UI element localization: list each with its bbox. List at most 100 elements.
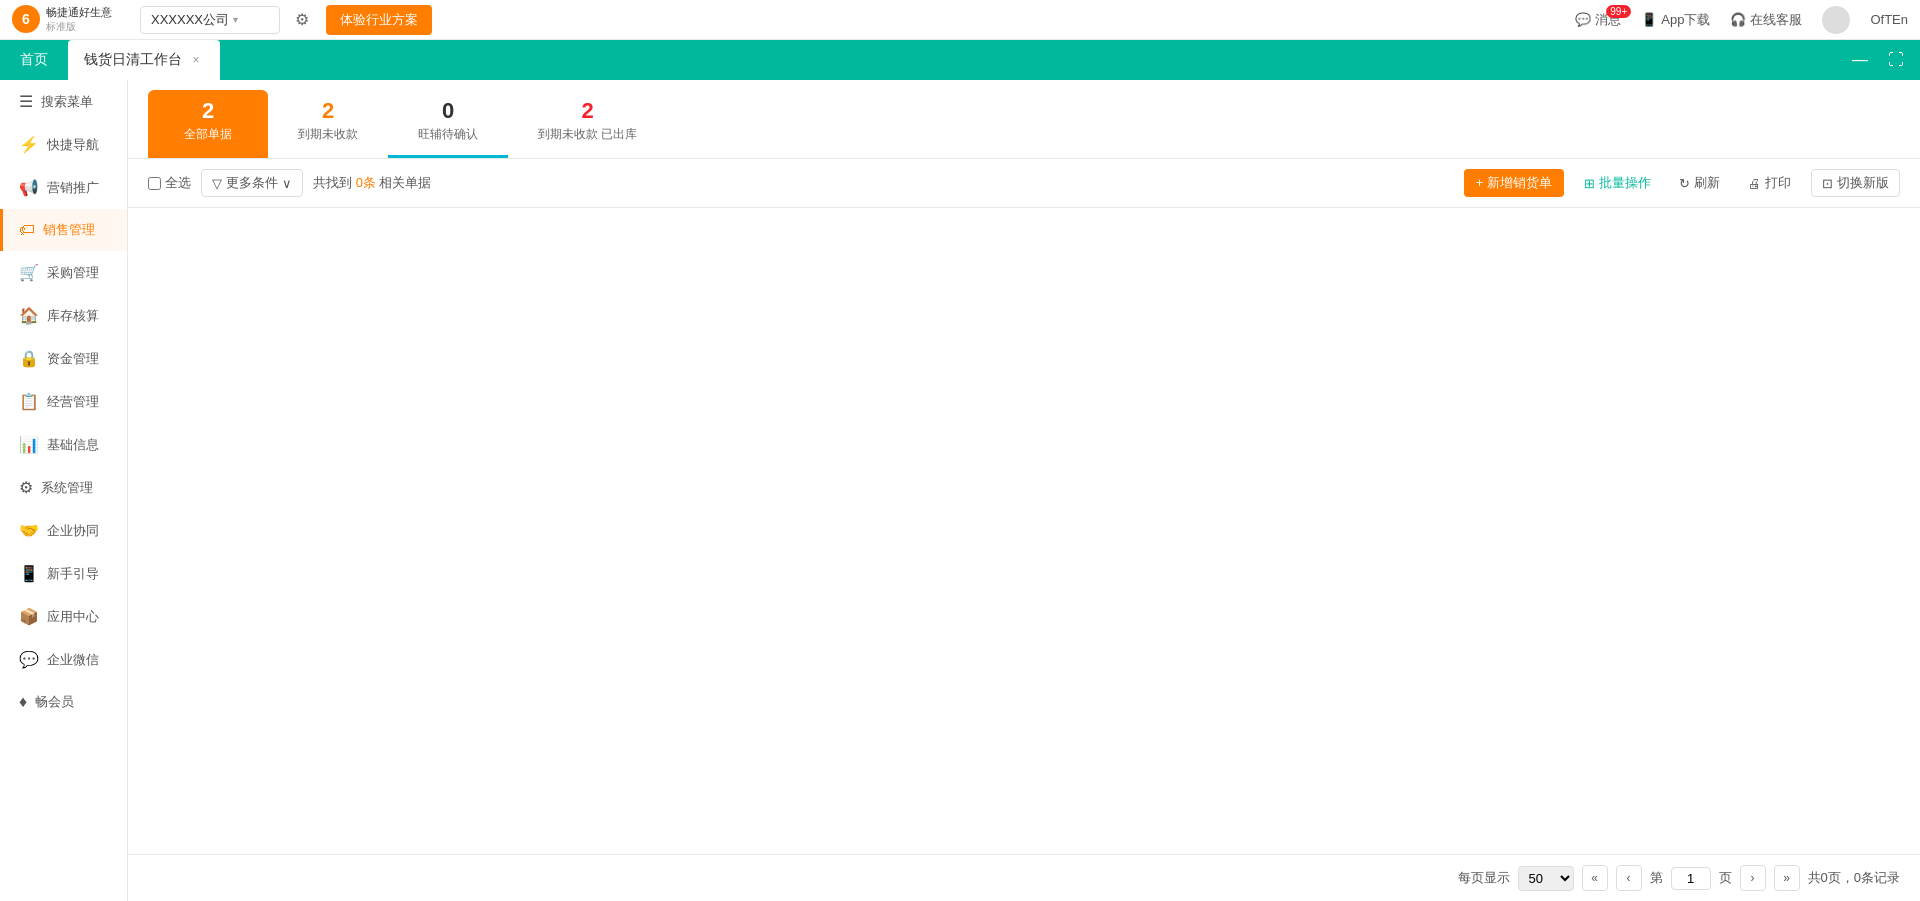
page-input[interactable] <box>1671 867 1711 890</box>
sidebar: ☰ 搜索菜单 ⚡ 快捷导航 📢 营销推广 🏷 销售管理 🛒 采购管理 🏠 库存核… <box>0 80 128 901</box>
tab-minimize-icon[interactable]: — <box>1846 46 1874 74</box>
stat-tab-all[interactable]: 2 全部单据 <box>148 90 268 158</box>
filter-arrow: ∨ <box>282 176 292 191</box>
app-download-item[interactable]: 📱 App下载 <box>1641 11 1710 29</box>
print-label: 打印 <box>1765 174 1791 192</box>
sidebar-item-label-wechat: 企业微信 <box>47 651 99 669</box>
prev-page-btn[interactable]: ‹ <box>1616 865 1642 891</box>
select-all-checkbox[interactable]: 全选 <box>148 174 191 192</box>
toolbar: 全选 ▽ 更多条件 ∨ 共找到 0条 相关单据 + 新增销货单 ⊞ 批量操作 ↻ <box>128 159 1920 208</box>
online-service-icon: 🎧 <box>1730 12 1746 27</box>
main-layout: ☰ 搜索菜单 ⚡ 快捷导航 📢 营销推广 🏷 销售管理 🛒 采购管理 🏠 库存核… <box>0 80 1920 901</box>
system-icon: ⚙ <box>19 478 33 497</box>
guide-icon: 📱 <box>19 564 39 583</box>
result-num: 0条 <box>356 175 376 190</box>
print-btn[interactable]: 🖨 打印 <box>1740 170 1799 196</box>
sidebar-item-label-quick-nav: 快捷导航 <box>47 136 99 154</box>
sidebar-item-operations[interactable]: 📋 经营管理 <box>0 380 127 423</box>
sidebar-item-guide[interactable]: 📱 新手引导 <box>0 552 127 595</box>
select-all-input[interactable] <box>148 177 161 190</box>
sidebar-item-finance[interactable]: 🔒 资金管理 <box>0 337 127 380</box>
stats-tabs: 2 全部单据 2 到期未收款 0 旺辅待确认 2 到期未收款 已出库 <box>128 80 1920 159</box>
enterprise-icon: 🤝 <box>19 521 39 540</box>
sidebar-item-label-purchase: 采购管理 <box>47 264 99 282</box>
batch-op-label: 批量操作 <box>1599 174 1651 192</box>
tab-bar: 首页 钱货日清工作台 × — ⛶ <box>0 40 1920 80</box>
tab-close-icon[interactable]: × <box>188 52 204 68</box>
stat-label-pending: 旺辅待确认 <box>418 126 478 143</box>
app-download-icon: 📱 <box>1641 12 1657 27</box>
finance-icon: 🔒 <box>19 349 39 368</box>
company-dropdown-arrow: ▾ <box>233 14 238 25</box>
basic-info-icon: 📊 <box>19 435 39 454</box>
sidebar-item-member[interactable]: ♦ 畅会员 <box>0 681 127 723</box>
avatar[interactable] <box>1822 6 1850 34</box>
sidebar-item-label-sales: 销售管理 <box>43 221 95 239</box>
content-area: 2 全部单据 2 到期未收款 0 旺辅待确认 2 到期未收款 已出库 全选 <box>128 80 1920 901</box>
sidebar-item-search-menu[interactable]: ☰ 搜索菜单 <box>0 80 127 123</box>
experience-btn[interactable]: 体验行业方案 <box>326 5 432 35</box>
first-page-btn[interactable]: « <box>1582 865 1608 891</box>
stat-tab-pending[interactable]: 0 旺辅待确认 <box>388 90 508 158</box>
inventory-icon: 🏠 <box>19 306 39 325</box>
sidebar-item-app-center[interactable]: 📦 应用中心 <box>0 595 127 638</box>
sidebar-item-quick-nav[interactable]: ⚡ 快捷导航 <box>0 123 127 166</box>
batch-op-btn[interactable]: ⊞ 批量操作 <box>1576 170 1659 196</box>
refresh-label: 刷新 <box>1694 174 1720 192</box>
switch-new-btn[interactable]: ⊡ 切换新版 <box>1811 169 1900 197</box>
sidebar-item-label-guide: 新手引导 <box>47 565 99 583</box>
page-size-select[interactable]: 50 20 100 <box>1518 866 1574 891</box>
add-sale-btn[interactable]: + 新增销货单 <box>1464 169 1564 197</box>
sales-icon: 🏷 <box>19 221 35 239</box>
select-all-label: 全选 <box>165 174 191 192</box>
last-page-btn[interactable]: » <box>1774 865 1800 891</box>
sidebar-item-label-system: 系统管理 <box>41 479 93 497</box>
avatar-name: OfTEn <box>1870 12 1908 27</box>
sidebar-item-purchase[interactable]: 🛒 采购管理 <box>0 251 127 294</box>
sidebar-item-marketing[interactable]: 📢 营销推广 <box>0 166 127 209</box>
app-download-label: App下载 <box>1661 11 1710 29</box>
sidebar-item-wechat[interactable]: 💬 企业微信 <box>0 638 127 681</box>
sidebar-item-label-operations: 经营管理 <box>47 393 99 411</box>
search-menu-icon: ☰ <box>19 92 33 111</box>
stat-num-shipped: 2 <box>538 98 637 124</box>
pagination: 每页显示 50 20 100 « ‹ 第 页 › » 共0页，0条记录 <box>128 854 1920 901</box>
next-page-btn[interactable]: › <box>1740 865 1766 891</box>
settings-icon[interactable]: ⚙ <box>288 6 316 34</box>
filter-label: 更多条件 <box>226 174 278 192</box>
tab-home[interactable]: 首页 <box>0 40 68 80</box>
toolbar-right: + 新增销货单 ⊞ 批量操作 ↻ 刷新 🖨 打印 ⊡ 切换新版 <box>1464 169 1900 197</box>
result-prefix: 共找到 <box>313 175 352 190</box>
filter-btn[interactable]: ▽ 更多条件 ∨ <box>201 169 303 197</box>
refresh-btn[interactable]: ↻ 刷新 <box>1671 170 1728 196</box>
operations-icon: 📋 <box>19 392 39 411</box>
sidebar-item-sales[interactable]: 🏷 销售管理 <box>0 209 127 251</box>
sidebar-item-label-basic-info: 基础信息 <box>47 436 99 454</box>
tab-active[interactable]: 钱货日清工作台 × <box>68 40 220 80</box>
sidebar-item-basic-info[interactable]: 📊 基础信息 <box>0 423 127 466</box>
quick-nav-icon: ⚡ <box>19 135 39 154</box>
purchase-icon: 🛒 <box>19 263 39 282</box>
company-name: XXXXXX公司 <box>151 11 229 29</box>
message-badge: 99+ <box>1606 5 1631 18</box>
stat-label-shipped: 到期未收款 已出库 <box>538 126 637 143</box>
logo-icon: 6 <box>12 5 40 33</box>
tab-maximize-icon[interactable]: ⛶ <box>1882 46 1910 74</box>
sidebar-item-label-app-center: 应用中心 <box>47 608 99 626</box>
message-icon: 💬 <box>1575 12 1591 27</box>
sidebar-item-system[interactable]: ⚙ 系统管理 <box>0 466 127 509</box>
message-item[interactable]: 💬 消息 99+ <box>1575 11 1621 29</box>
result-suffix: 相关单据 <box>379 175 431 190</box>
sidebar-item-enterprise[interactable]: 🤝 企业协同 <box>0 509 127 552</box>
online-service-item[interactable]: 🎧 在线客服 <box>1730 11 1802 29</box>
stat-tab-shipped[interactable]: 2 到期未收款 已出库 <box>508 90 667 158</box>
stat-num-all: 2 <box>178 98 238 124</box>
sidebar-item-label-search-menu: 搜索菜单 <box>41 93 93 111</box>
stat-label-all: 全部单据 <box>178 126 238 143</box>
member-icon: ♦ <box>19 693 27 711</box>
sidebar-item-label-enterprise: 企业协同 <box>47 522 99 540</box>
sidebar-item-inventory[interactable]: 🏠 库存核算 <box>0 294 127 337</box>
company-selector[interactable]: XXXXXX公司 ▾ <box>140 6 280 34</box>
tab-bar-right: — ⛶ <box>1846 46 1920 74</box>
stat-tab-overdue[interactable]: 2 到期未收款 <box>268 90 388 158</box>
